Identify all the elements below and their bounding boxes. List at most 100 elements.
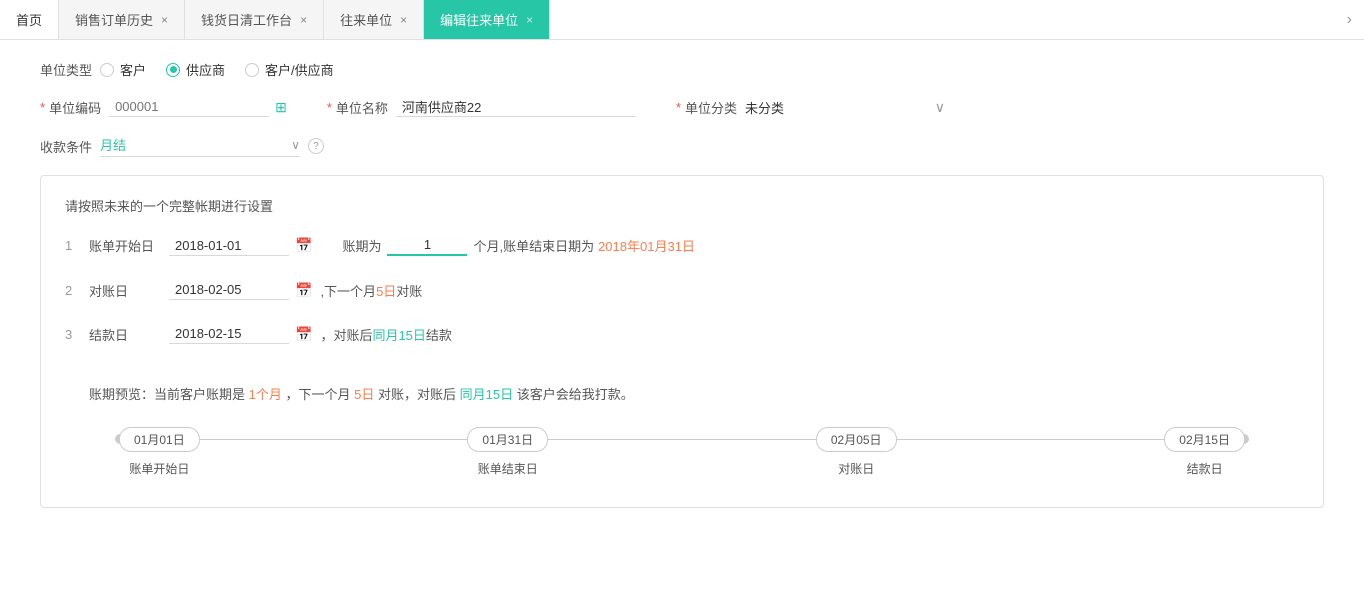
node-label-3: 对账日 — [838, 460, 874, 477]
payment-terms-dropdown[interactable]: 月结 ∨ — [100, 135, 300, 157]
reconcile-date-calendar-icon[interactable]: 📅 — [295, 282, 312, 299]
payment-terms-value: 月结 — [100, 135, 287, 154]
tab-cash-close-icon[interactable]: × — [300, 13, 307, 27]
timeline-node-4: 02月15日 结款日 — [1164, 427, 1245, 477]
setting-row-1: 1 账单开始日 📅 账期为 个月,账单结束日期为 2018年01月31日 — [65, 235, 1299, 256]
preview-part3: 同月15日 — [460, 387, 513, 402]
unit-code-star: * — [40, 100, 45, 115]
node-badge-4: 02月15日 — [1164, 427, 1245, 452]
unit-name-group: * 单位名称 — [327, 97, 636, 117]
unit-name-label: 单位名称 — [336, 98, 388, 117]
radio-customer-supplier-circle — [245, 63, 259, 77]
unit-class-label: 单位分类 — [685, 98, 737, 117]
period-unit-label: 个月,账单结束日期为 — [473, 236, 594, 255]
settings-section-box: 请按照未来的一个完整帐期进行设置 1 账单开始日 📅 账期为 个月,账单结束日期… — [40, 175, 1324, 508]
main-content: 单位类型 客户 供应商 客户/供应商 * 单位编码 ⊞ * 单位名称 — [0, 40, 1364, 608]
tab-partner-units[interactable]: 往来单位 × — [324, 0, 424, 39]
unit-class-value: 未分类 — [745, 98, 935, 117]
payment-prefix: ，对账后 — [320, 325, 372, 344]
reconcile-suffix: 对账 — [396, 281, 422, 300]
unit-code-label: 单位编码 — [49, 98, 101, 117]
unit-code-copy-icon[interactable]: ⊞ — [275, 99, 287, 116]
tab-partner-label: 往来单位 — [340, 10, 392, 29]
tab-sales-order-history[interactable]: 销售订单历史 × — [59, 0, 185, 39]
timeline-node-2: 01月31日 账单结束日 — [467, 427, 548, 477]
setting-label-payment: 结款日 — [89, 325, 169, 344]
unit-type-radio-group: 客户 供应商 客户/供应商 — [100, 60, 334, 79]
reconcile-prefix: ,下一个月 — [320, 281, 376, 300]
unit-class-dropdown[interactable]: 未分类 ∨ — [745, 98, 945, 117]
tab-cash-work[interactable]: 钱货日清工作台 × — [185, 0, 324, 39]
timeline-nodes: 01月01日 账单开始日 01月31日 账单结束日 02月05日 对账日 02月… — [119, 427, 1245, 477]
payment-suffix: 结款 — [426, 325, 452, 344]
unit-name-input[interactable] — [396, 97, 636, 117]
radio-customer-circle — [100, 63, 114, 77]
setting-label-start: 账单开始日 — [89, 236, 169, 255]
setting-label-reconcile: 对账日 — [89, 281, 169, 300]
unit-class-arrow-icon: ∨ — [935, 99, 945, 116]
setting-num-1: 1 — [65, 238, 89, 253]
payment-terms-row: 收款条件 月结 ∨ ? — [40, 135, 1324, 157]
preview-suffix: 该客户会给我打款。 — [517, 387, 634, 402]
payment-highlight: 同月15日 — [372, 325, 425, 344]
unit-name-star: * — [327, 100, 332, 115]
tab-partner-close-icon[interactable]: × — [400, 13, 407, 27]
preview-part1: 1个月 — [249, 387, 282, 402]
preview-sep1: ，下一个月 — [286, 387, 351, 402]
unit-type-row: 单位类型 客户 供应商 客户/供应商 — [40, 60, 1324, 79]
payment-terms-label: 收款条件 — [40, 137, 92, 156]
node-label-2: 账单结束日 — [478, 460, 538, 477]
period-wrap: 账期为 个月,账单结束日期为 2018年01月31日 — [342, 235, 694, 256]
period-label: 账期为 — [342, 236, 381, 255]
node-badge-2: 01月31日 — [467, 427, 548, 452]
period-input[interactable] — [387, 235, 467, 256]
radio-customer-supplier-label: 客户/供应商 — [265, 60, 334, 79]
reconcile-highlight: 5日 — [376, 281, 396, 300]
node-badge-1: 01月01日 — [119, 427, 200, 452]
preview-text: 账期预览：当前客户账期是 1个月 ，下一个月 5日 对账，对账后 同月15日 该… — [89, 384, 1275, 403]
section-instruction: 请按照未来的一个完整帐期进行设置 — [65, 196, 1299, 215]
radio-customer[interactable]: 客户 — [100, 60, 146, 79]
setting-num-3: 3 — [65, 327, 89, 342]
radio-supplier-label: 供应商 — [186, 60, 225, 79]
tab-sales-close-icon[interactable]: × — [161, 13, 168, 27]
tab-edit-partner-unit[interactable]: 编辑往来单位 × — [424, 0, 550, 39]
tab-edit-label: 编辑往来单位 — [440, 10, 518, 29]
tab-home[interactable]: 首页 — [0, 0, 59, 39]
payment-date-calendar-icon[interactable]: 📅 — [295, 326, 312, 343]
preview-sep2: 对账，对账后 — [378, 387, 456, 402]
payment-date-input[interactable] — [169, 324, 289, 344]
node-badge-3: 02月05日 — [816, 427, 897, 452]
payment-terms-help-icon[interactable]: ? — [308, 138, 324, 154]
tab-cash-label: 钱货日清工作台 — [201, 10, 292, 29]
node-label-1: 账单开始日 — [129, 460, 189, 477]
timeline-node-3: 02月05日 对账日 — [816, 427, 897, 477]
radio-supplier[interactable]: 供应商 — [166, 60, 225, 79]
timeline-node-1: 01月01日 账单开始日 — [119, 427, 200, 477]
preview-section: 账期预览：当前客户账期是 1个月 ，下一个月 5日 对账，对账后 同月15日 该… — [65, 368, 1299, 487]
unit-type-label: 单位类型 — [40, 60, 92, 79]
node-label-4: 结款日 — [1187, 460, 1223, 477]
unit-code-group: * 单位编码 ⊞ — [40, 97, 287, 117]
unit-info-row: * 单位编码 ⊞ * 单位名称 * 单位分类 未分类 ∨ — [40, 97, 1324, 117]
setting-row-2: 2 对账日 📅 ,下一个月 5日 对账 — [65, 280, 1299, 300]
tab-sales-label: 销售订单历史 — [75, 10, 153, 29]
setting-row-3: 3 结款日 📅 ，对账后 同月15日 结款 — [65, 324, 1299, 344]
radio-supplier-circle — [166, 63, 180, 77]
radio-customer-label: 客户 — [120, 60, 146, 79]
start-date-input[interactable] — [169, 236, 289, 256]
preview-part2: 5日 — [354, 387, 374, 402]
period-end-date: 2018年01月31日 — [598, 236, 695, 255]
preview-prefix: 账期预览：当前客户账期是 — [89, 387, 245, 402]
tab-scroll-arrow[interactable]: › — [1335, 11, 1364, 29]
radio-customer-supplier[interactable]: 客户/供应商 — [245, 60, 334, 79]
start-date-calendar-icon[interactable]: 📅 — [295, 237, 312, 254]
tab-home-label: 首页 — [16, 10, 42, 29]
tabs-bar: 首页 销售订单历史 × 钱货日清工作台 × 往来单位 × 编辑往来单位 × › — [0, 0, 1364, 40]
timeline: 01月01日 账单开始日 01月31日 账单结束日 02月05日 对账日 02月… — [89, 427, 1275, 477]
setting-num-2: 2 — [65, 283, 89, 298]
reconcile-date-input[interactable] — [169, 280, 289, 300]
unit-class-star: * — [676, 100, 681, 115]
tab-edit-close-icon[interactable]: × — [526, 13, 533, 27]
unit-code-input[interactable] — [109, 97, 269, 117]
